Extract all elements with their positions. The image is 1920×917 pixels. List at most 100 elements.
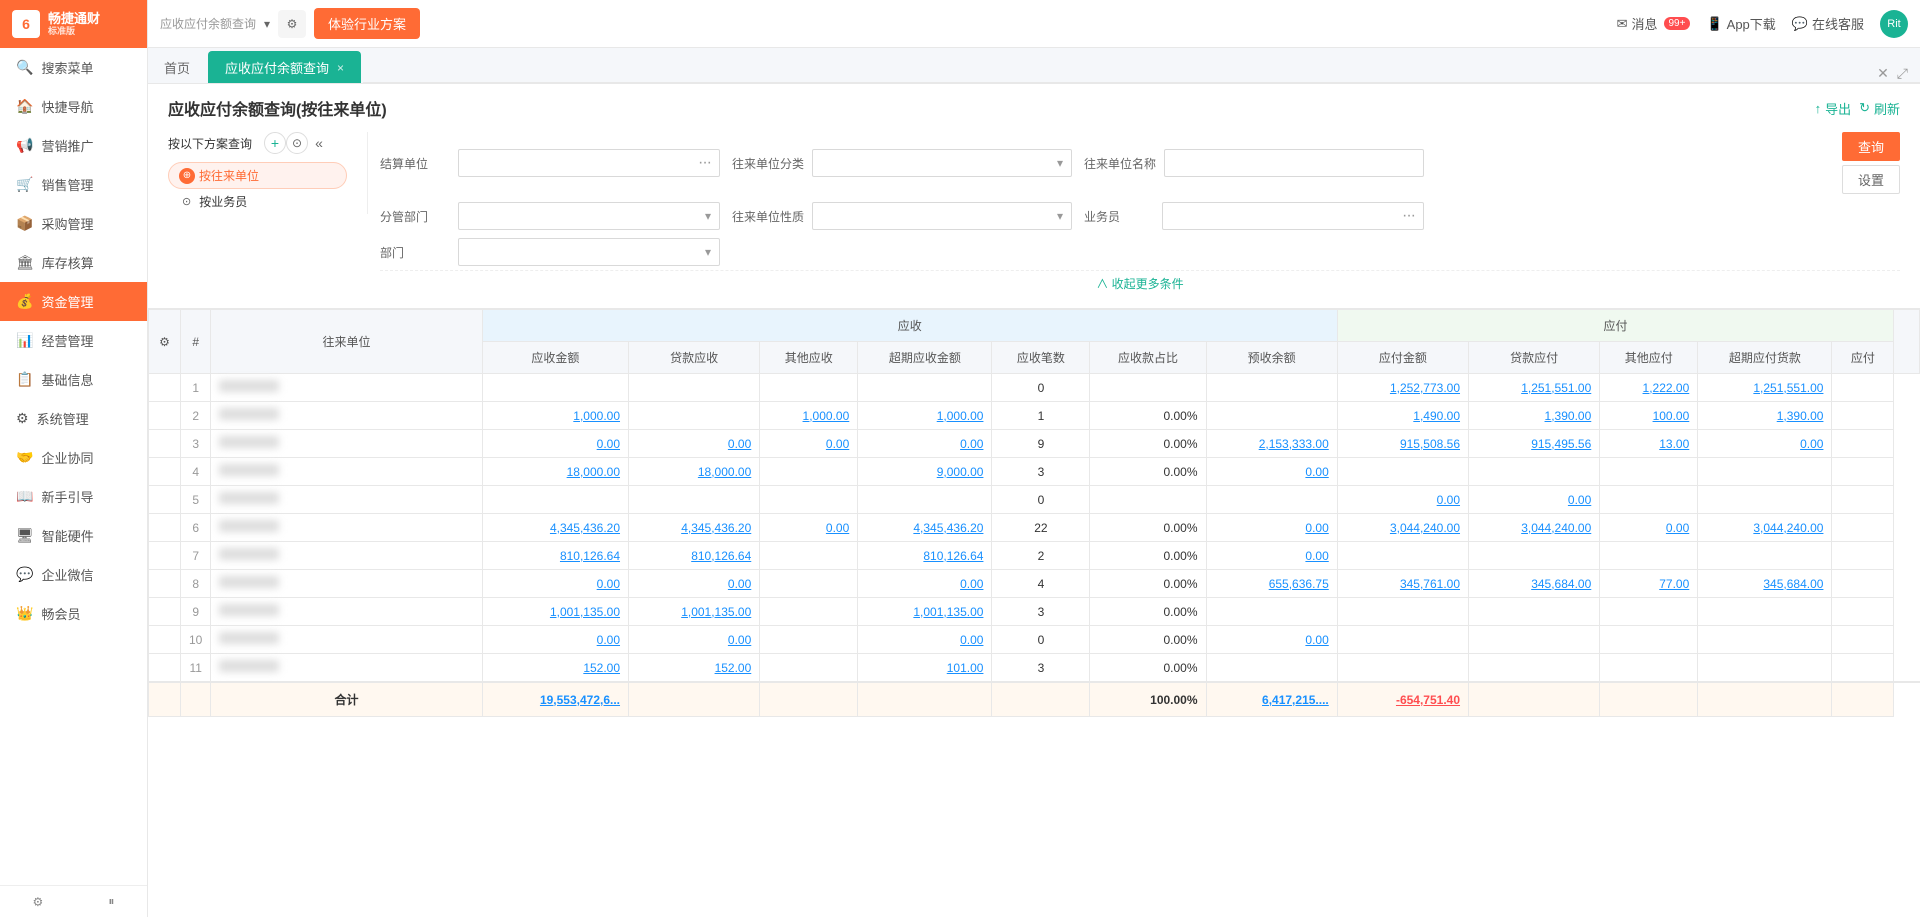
row-ar-amount-9[interactable]: 1,001,135.00 — [482, 598, 628, 626]
row-ap-other-2[interactable]: 100.00 — [1600, 402, 1698, 430]
row-ap-other-6[interactable]: 0.00 — [1600, 514, 1698, 542]
staff-dots-icon[interactable]: ··· — [1402, 207, 1415, 225]
row-ap-loan-3[interactable]: 915,495.56 — [1469, 430, 1600, 458]
row-ap-amount-7[interactable] — [1337, 542, 1468, 570]
row-gear-8[interactable] — [149, 570, 181, 598]
row-ap-other-4[interactable] — [1600, 458, 1698, 486]
row-prepay-8[interactable]: 655,636.75 — [1206, 570, 1337, 598]
row-ar-overdue-1[interactable] — [858, 374, 992, 402]
subdept-select[interactable]: ▾ — [458, 238, 720, 266]
row-ap-other-3[interactable]: 13.00 — [1600, 430, 1698, 458]
row-ar-amount-6[interactable]: 4,345,436.20 — [482, 514, 628, 542]
row-ar-other-5[interactable] — [760, 486, 858, 514]
row-ar-overdue-7[interactable]: 810,126.64 — [858, 542, 992, 570]
partner-nature-select[interactable]: ▾ — [812, 202, 1072, 230]
sidebar-item-search[interactable]: 🔍 搜索菜单 — [0, 48, 147, 87]
row-ar-amount-8[interactable]: 0.00 — [482, 570, 628, 598]
row-ar-loan-11[interactable]: 152.00 — [629, 654, 760, 683]
row-ar-other-4[interactable] — [760, 458, 858, 486]
collapse-more-button[interactable]: ∧ 收起更多条件 — [380, 270, 1900, 296]
row-ar-overdue-9[interactable]: 1,001,135.00 — [858, 598, 992, 626]
partner-cat-select[interactable]: ▾ — [812, 149, 1072, 177]
row-ap-amount-9[interactable] — [1337, 598, 1468, 626]
row-ap-other-8[interactable]: 77.00 — [1600, 570, 1698, 598]
row-ap-other-7[interactable] — [1600, 542, 1698, 570]
row-ar-other-11[interactable] — [760, 654, 858, 683]
row-ap-loan-1[interactable]: 1,251,551.00 — [1469, 374, 1600, 402]
row-ap-amount-5[interactable]: 0.00 — [1337, 486, 1468, 514]
row-ap-amount-11[interactable] — [1337, 654, 1468, 683]
sidebar-item-wechat[interactable]: 💬 企业微信 — [0, 555, 147, 594]
settings-icon[interactable]: ⚙ — [278, 10, 306, 38]
row-gear-6[interactable] — [149, 514, 181, 542]
sidebar-item-hardware[interactable]: 🖥 智能硬件 — [0, 516, 147, 555]
user-avatar[interactable]: Rit — [1880, 10, 1908, 38]
sidebar-item-quicknav[interactable]: 🏠 快捷导航 — [0, 87, 147, 126]
sidebar-item-ops[interactable]: 📊 经营管理 — [0, 321, 147, 360]
row-ar-amount-4[interactable]: 18,000.00 — [482, 458, 628, 486]
row-ar-overdue-2[interactable]: 1,000.00 — [858, 402, 992, 430]
expand-window-icon[interactable]: ⤢ — [1897, 65, 1908, 82]
row-ap-amount-1[interactable]: 1,252,773.00 — [1337, 374, 1468, 402]
row-ar-loan-9[interactable]: 1,001,135.00 — [629, 598, 760, 626]
sidebar-bottom-collapse[interactable]: ⏸ — [108, 894, 114, 909]
row-ap-overdue-11[interactable] — [1698, 654, 1832, 683]
row-prepay-4[interactable]: 0.00 — [1206, 458, 1337, 486]
row-ap-loan-2[interactable]: 1,390.00 — [1469, 402, 1600, 430]
row-ap-amount-3[interactable]: 915,508.56 — [1337, 430, 1468, 458]
tab-home[interactable]: 首页 — [148, 51, 206, 83]
row-ar-overdue-4[interactable]: 9,000.00 — [858, 458, 992, 486]
query-button[interactable]: 查询 — [1842, 132, 1900, 161]
sidebar-item-finance[interactable]: 💰 资金管理 — [0, 282, 147, 321]
row-ap-other-5[interactable] — [1600, 486, 1698, 514]
row-ap-amount-10[interactable] — [1337, 626, 1468, 654]
row-ar-overdue-6[interactable]: 4,345,436.20 — [858, 514, 992, 542]
row-gear-11[interactable] — [149, 654, 181, 683]
row-ap-overdue-7[interactable] — [1698, 542, 1832, 570]
row-gear-4[interactable] — [149, 458, 181, 486]
row-ar-overdue-11[interactable]: 101.00 — [858, 654, 992, 683]
row-ar-overdue-8[interactable]: 0.00 — [858, 570, 992, 598]
tab-close-icon[interactable]: × — [337, 61, 344, 75]
row-ar-loan-3[interactable]: 0.00 — [629, 430, 760, 458]
row-ar-loan-6[interactable]: 4,345,436.20 — [629, 514, 760, 542]
row-ap-loan-10[interactable] — [1469, 626, 1600, 654]
sidebar-item-sales[interactable]: 🛒 销售管理 — [0, 165, 147, 204]
row-ap-overdue-10[interactable] — [1698, 626, 1832, 654]
sidebar-item-member[interactable]: 👑 畅会员 — [0, 594, 147, 633]
row-ap-loan-7[interactable] — [1469, 542, 1600, 570]
sidebar-item-collab[interactable]: 🤝 企业协同 — [0, 438, 147, 477]
row-ar-loan-5[interactable] — [629, 486, 760, 514]
filter-option-staff[interactable]: ⊙ 按业务员 — [168, 189, 347, 214]
row-gear-9[interactable] — [149, 598, 181, 626]
row-ap-overdue-4[interactable] — [1698, 458, 1832, 486]
promo-button[interactable]: 体验行业方案 — [314, 8, 420, 39]
row-ar-other-2[interactable]: 1,000.00 — [760, 402, 858, 430]
row-ar-overdue-5[interactable] — [858, 486, 992, 514]
row-gear-7[interactable] — [149, 542, 181, 570]
row-prepay-2[interactable] — [1206, 402, 1337, 430]
row-prepay-10[interactable]: 0.00 — [1206, 626, 1337, 654]
row-ar-other-1[interactable] — [760, 374, 858, 402]
tab-arbalance[interactable]: 应收应付余额查询 × — [208, 51, 361, 83]
row-ar-other-3[interactable]: 0.00 — [760, 430, 858, 458]
row-ar-loan-7[interactable]: 810,126.64 — [629, 542, 760, 570]
messages-button[interactable]: ✉ 消息 99+ — [1617, 14, 1691, 33]
row-ap-amount-2[interactable]: 1,490.00 — [1337, 402, 1468, 430]
sidebar-item-base[interactable]: 📋 基础信息 — [0, 360, 147, 399]
row-ap-loan-11[interactable] — [1469, 654, 1600, 683]
row-ar-amount-11[interactable]: 152.00 — [482, 654, 628, 683]
row-gear-1[interactable] — [149, 374, 181, 402]
row-ap-overdue-8[interactable]: 345,684.00 — [1698, 570, 1832, 598]
download-button[interactable]: 📱 App下载 — [1706, 14, 1775, 33]
partner-name-input[interactable] — [1164, 149, 1424, 177]
row-ap-amount-4[interactable] — [1337, 458, 1468, 486]
sidebar-bottom-settings[interactable]: ⚙ — [33, 895, 44, 909]
close-window-icon[interactable]: ✕ — [1877, 65, 1889, 82]
row-ap-loan-4[interactable] — [1469, 458, 1600, 486]
row-ar-amount-1[interactable] — [482, 374, 628, 402]
sidebar-item-marketing[interactable]: 📢 营销推广 — [0, 126, 147, 165]
row-gear-10[interactable] — [149, 626, 181, 654]
dept-select[interactable]: ▾ — [458, 202, 720, 230]
scheme-settings-button[interactable]: ⊙ — [286, 132, 308, 154]
